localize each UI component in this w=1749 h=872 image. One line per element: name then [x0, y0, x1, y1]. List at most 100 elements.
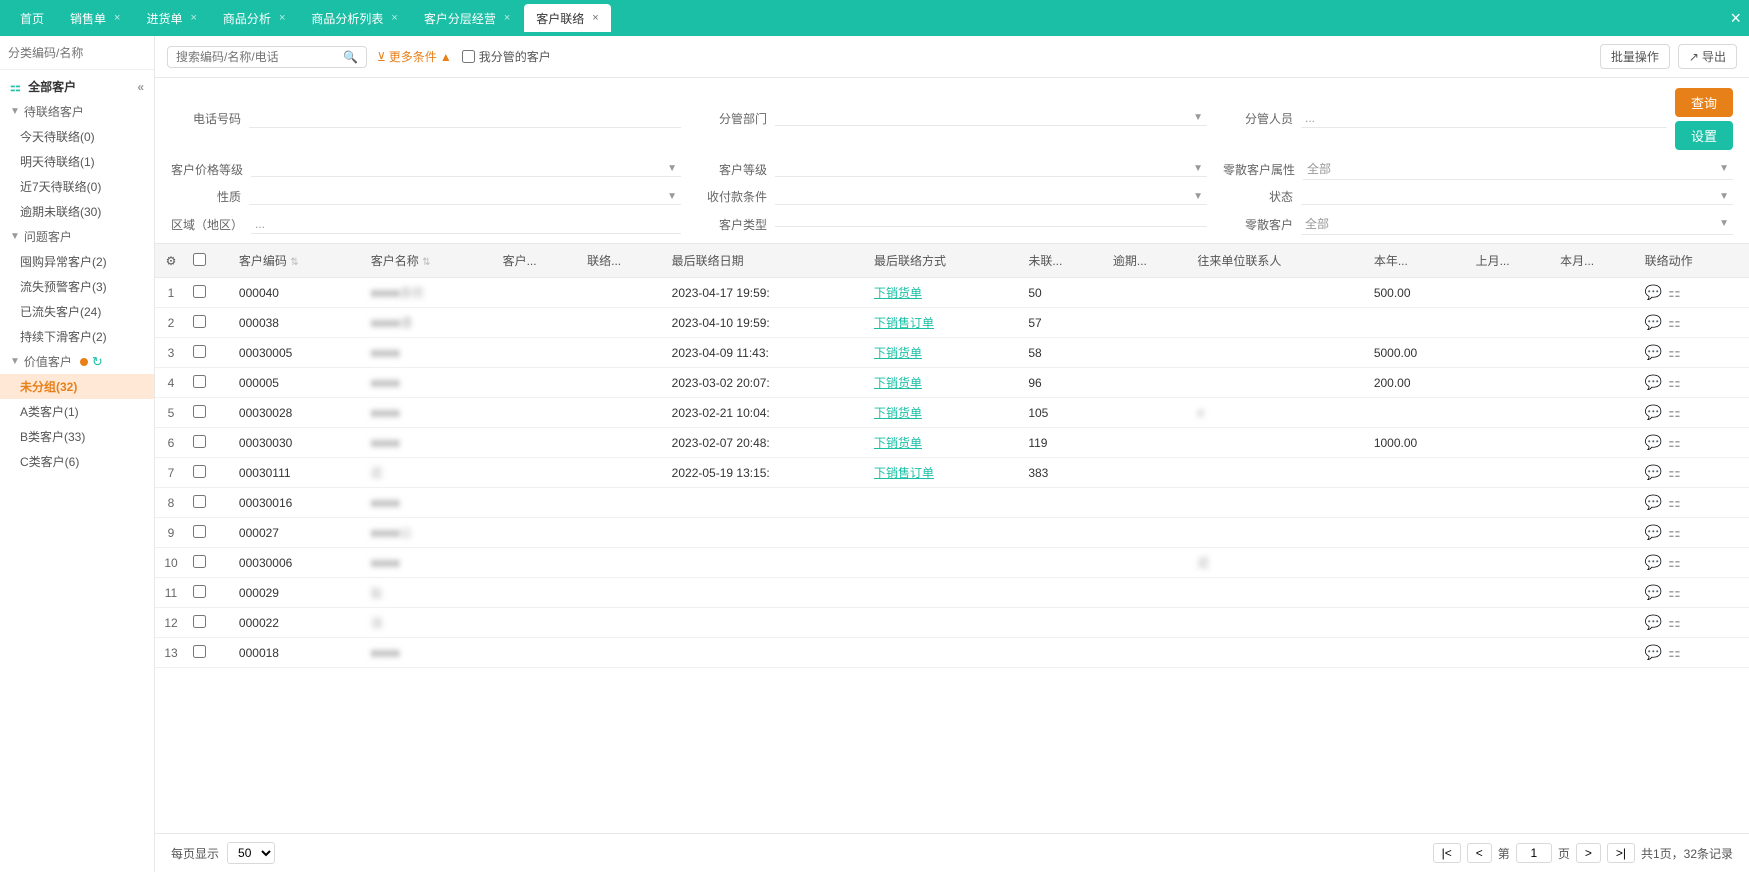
- th-checkbox[interactable]: [187, 244, 233, 278]
- sidebar-item-overdue-pending[interactable]: 逾期未联络(30): [0, 199, 154, 224]
- tab-customer-contact[interactable]: 客户联络 ×: [524, 4, 610, 32]
- sidebar-item-b-class[interactable]: B类客户(33): [0, 424, 154, 449]
- contact-method-link[interactable]: 下销售订单: [874, 466, 934, 480]
- grid-action-icon[interactable]: ⚏: [1668, 284, 1681, 301]
- sidebar-collapse-icon[interactable]: «: [137, 80, 144, 94]
- chat-icon[interactable]: 💬: [1645, 464, 1662, 481]
- sidebar-item-week-pending[interactable]: 近7天待联络(0): [0, 174, 154, 199]
- row-checkbox[interactable]: [193, 555, 206, 568]
- sidebar-search-input[interactable]: [8, 46, 155, 60]
- prev-page-button[interactable]: <: [1467, 843, 1492, 863]
- query-button[interactable]: 查询: [1675, 88, 1733, 117]
- row-checkbox-cell[interactable]: [187, 548, 233, 578]
- row-checkbox[interactable]: [193, 645, 206, 658]
- grid-action-icon[interactable]: ⚏: [1668, 584, 1681, 601]
- th-settings[interactable]: ⚙: [155, 244, 187, 278]
- person-select[interactable]: ...: [1301, 109, 1667, 128]
- row-checkbox[interactable]: [193, 375, 206, 388]
- contact-method-link[interactable]: 下销货单: [874, 286, 922, 300]
- contact-method-link[interactable]: 下销货单: [874, 406, 922, 420]
- tab-product-analysis[interactable]: 商品分析 ×: [211, 4, 297, 32]
- refresh-icon[interactable]: ↻: [92, 354, 103, 370]
- chat-icon[interactable]: 💬: [1645, 284, 1662, 301]
- row-checkbox-cell[interactable]: [187, 308, 233, 338]
- dept-select[interactable]: ▼: [775, 110, 1207, 126]
- region-select[interactable]: ...: [251, 215, 681, 234]
- first-page-button[interactable]: |<: [1433, 843, 1461, 863]
- row-checkbox-cell[interactable]: [187, 608, 233, 638]
- row-checkbox[interactable]: [193, 435, 206, 448]
- grid-action-icon[interactable]: ⚏: [1668, 554, 1681, 571]
- row-checkbox-cell[interactable]: [187, 368, 233, 398]
- sidebar-item-c-class[interactable]: C类客户(6): [0, 449, 154, 474]
- tab-sales-close[interactable]: ×: [114, 12, 120, 24]
- payment-select[interactable]: ▼: [775, 189, 1207, 205]
- gender-select[interactable]: ▼: [249, 189, 681, 205]
- window-close-button[interactable]: ×: [1730, 8, 1741, 29]
- chat-icon[interactable]: 💬: [1645, 374, 1662, 391]
- next-page-button[interactable]: >: [1576, 843, 1601, 863]
- chat-icon[interactable]: 💬: [1645, 584, 1662, 601]
- row-checkbox[interactable]: [193, 465, 206, 478]
- per-page-select[interactable]: 50: [227, 842, 275, 864]
- retail-customer-select[interactable]: 全部 ▼: [1301, 213, 1733, 235]
- sort-icon-code[interactable]: ⇅: [290, 257, 298, 268]
- contact-method-link[interactable]: 下销货单: [874, 346, 922, 360]
- status-select[interactable]: ▼: [1301, 189, 1733, 205]
- tab-customer-segment[interactable]: 客户分层经营 ×: [412, 4, 522, 32]
- tab-product-analysis-list-close[interactable]: ×: [391, 12, 397, 24]
- row-checkbox[interactable]: [193, 405, 206, 418]
- my-customers-checkbox[interactable]: [462, 50, 475, 63]
- tab-home[interactable]: 首页: [8, 4, 56, 32]
- chat-icon[interactable]: 💬: [1645, 524, 1662, 541]
- grid-action-icon[interactable]: ⚏: [1668, 374, 1681, 391]
- grid-action-icon[interactable]: ⚏: [1668, 614, 1681, 631]
- grid-action-icon[interactable]: ⚏: [1668, 434, 1681, 451]
- row-checkbox[interactable]: [193, 615, 206, 628]
- chat-icon[interactable]: 💬: [1645, 644, 1662, 661]
- chat-icon[interactable]: 💬: [1645, 404, 1662, 421]
- grid-action-icon[interactable]: ⚏: [1668, 644, 1681, 661]
- tab-product-analysis-close[interactable]: ×: [279, 12, 285, 24]
- sidebar-item-churned[interactable]: 已流失客户(24): [0, 299, 154, 324]
- row-checkbox-cell[interactable]: [187, 488, 233, 518]
- chat-icon[interactable]: 💬: [1645, 434, 1662, 451]
- chat-icon[interactable]: 💬: [1645, 344, 1662, 361]
- grid-action-icon[interactable]: ⚏: [1668, 494, 1681, 511]
- grid-action-icon[interactable]: ⚏: [1668, 404, 1681, 421]
- chat-icon[interactable]: 💬: [1645, 314, 1662, 331]
- search-box[interactable]: 🔍: [167, 46, 367, 68]
- sidebar-item-today-pending[interactable]: 今天待联络(0): [0, 124, 154, 149]
- sidebar-item-abnormal[interactable]: 囤购异常客户(2): [0, 249, 154, 274]
- retail-attr-select[interactable]: 全部 ▼: [1303, 158, 1733, 180]
- phone-input[interactable]: [249, 109, 681, 128]
- reset-button[interactable]: 设置: [1675, 121, 1733, 150]
- contact-method-link[interactable]: 下销售订单: [874, 316, 934, 330]
- tab-customer-contact-close[interactable]: ×: [592, 12, 598, 24]
- row-checkbox-cell[interactable]: [187, 338, 233, 368]
- tab-sales[interactable]: 销售单 ×: [58, 4, 132, 32]
- my-customers-checkbox-label[interactable]: 我分管的客户: [462, 48, 551, 65]
- row-checkbox[interactable]: [193, 345, 206, 358]
- customer-type-select[interactable]: [775, 222, 1207, 227]
- batch-ops-button[interactable]: 批量操作: [1600, 44, 1670, 69]
- chat-icon[interactable]: 💬: [1645, 494, 1662, 511]
- row-checkbox[interactable]: [193, 285, 206, 298]
- sidebar-item-declining[interactable]: 持续下滑客户(2): [0, 324, 154, 349]
- chat-icon[interactable]: 💬: [1645, 614, 1662, 631]
- row-checkbox-cell[interactable]: [187, 278, 233, 308]
- row-checkbox[interactable]: [193, 525, 206, 538]
- sort-icon-name[interactable]: ⇅: [422, 257, 430, 268]
- sidebar-item-a-class[interactable]: A类客户(1): [0, 399, 154, 424]
- sidebar-search-box[interactable]: 🔍: [0, 36, 154, 70]
- main-search-input[interactable]: [176, 50, 337, 64]
- row-checkbox-cell[interactable]: [187, 428, 233, 458]
- sidebar-item-churn-warning[interactable]: 流失预警客户(3): [0, 274, 154, 299]
- sidebar-item-tomorrow-pending[interactable]: 明天待联络(1): [0, 149, 154, 174]
- row-checkbox[interactable]: [193, 585, 206, 598]
- customer-level-select[interactable]: ▼: [775, 161, 1207, 177]
- export-button[interactable]: ↗ 导出: [1678, 44, 1737, 69]
- last-page-button[interactable]: >|: [1607, 843, 1635, 863]
- row-checkbox-cell[interactable]: [187, 458, 233, 488]
- price-level-select[interactable]: ▼: [251, 161, 681, 177]
